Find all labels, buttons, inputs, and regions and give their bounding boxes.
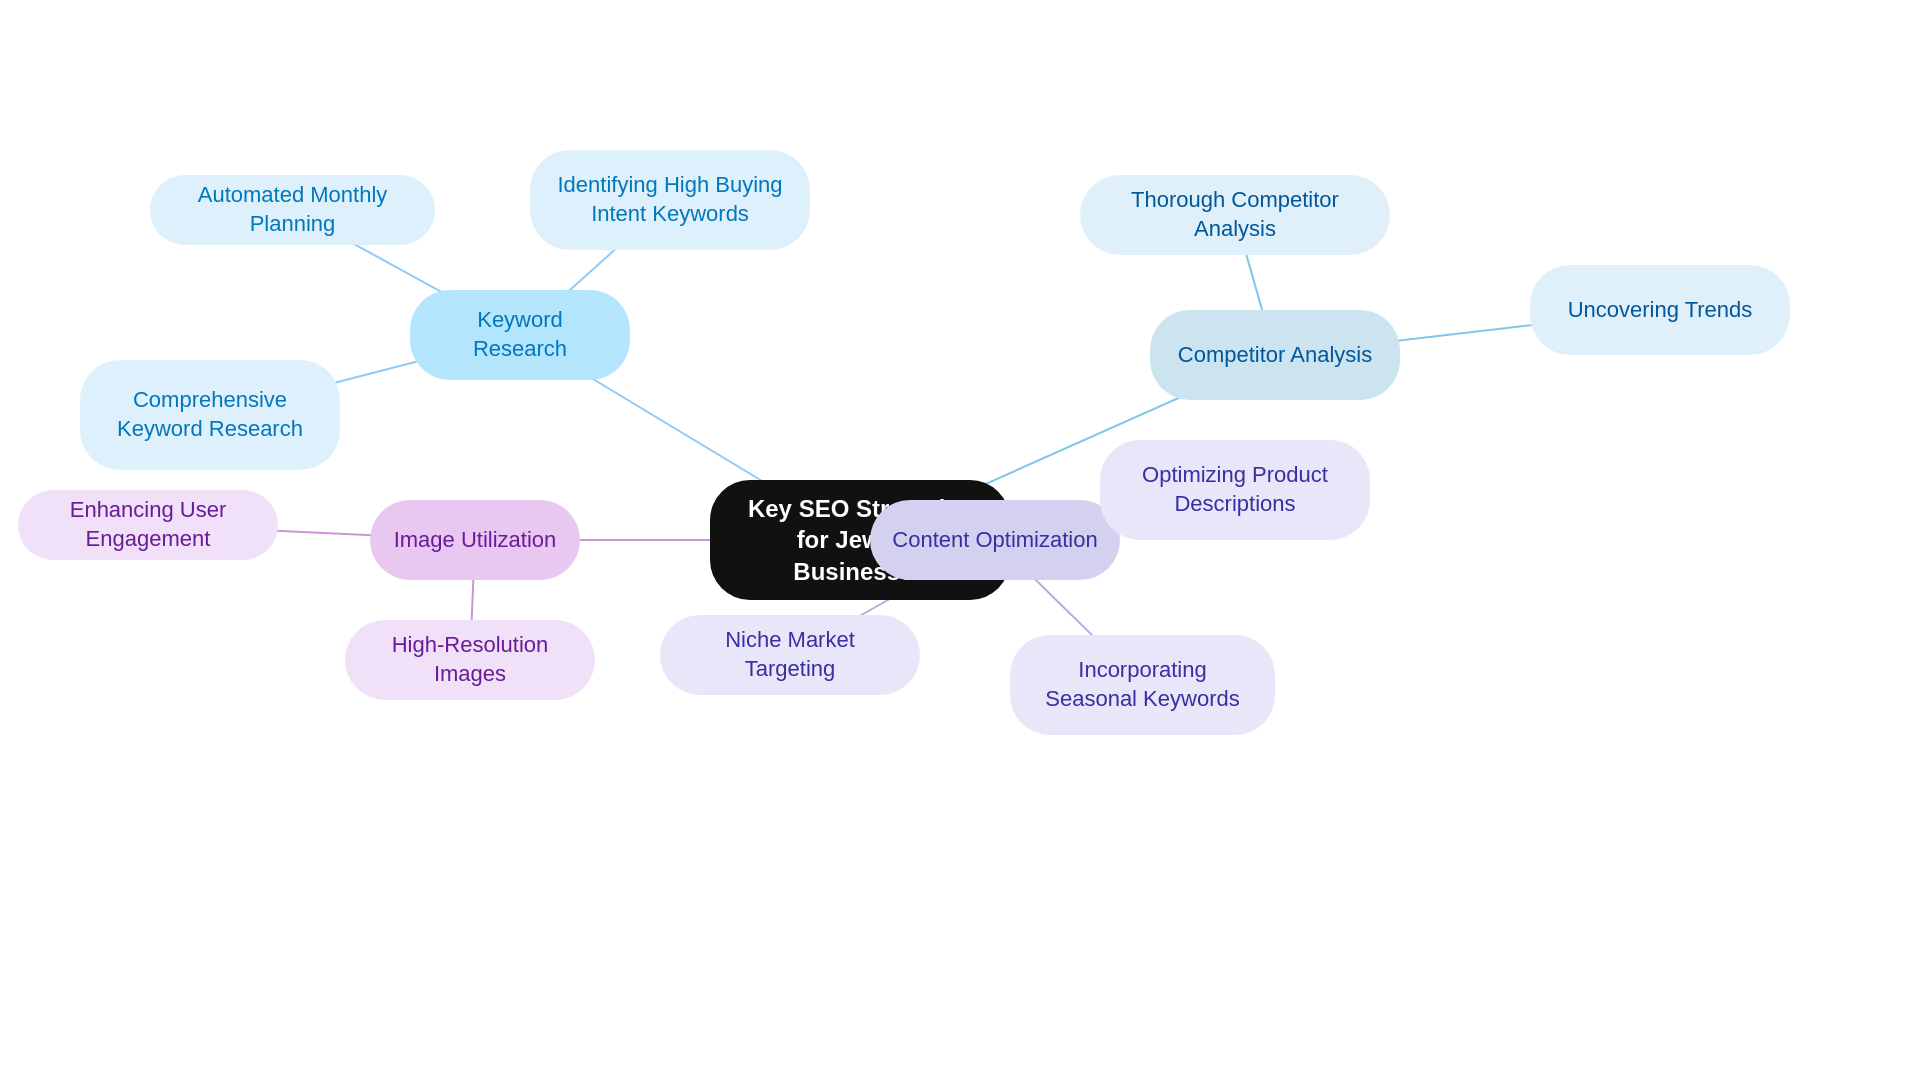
content-opt-label: Content Optimization bbox=[892, 526, 1097, 555]
comprehensive-label: Comprehensive Keyword Research bbox=[102, 386, 318, 443]
content-opt-node: Content Optimization bbox=[870, 500, 1120, 580]
comprehensive-node: Comprehensive Keyword Research bbox=[80, 360, 340, 470]
niche-label: Niche Market Targeting bbox=[682, 626, 898, 683]
seasonal-node: Incorporating Seasonal Keywords bbox=[1010, 635, 1275, 735]
uncovering-label: Uncovering Trends bbox=[1568, 296, 1753, 325]
high-res-label: High-Resolution Images bbox=[367, 631, 573, 688]
seasonal-label: Incorporating Seasonal Keywords bbox=[1032, 656, 1253, 713]
thorough-node: Thorough Competitor Analysis bbox=[1080, 175, 1390, 255]
enhancing-node: Enhancing User Engagement bbox=[18, 490, 278, 560]
optimizing-label: Optimizing Product Descriptions bbox=[1122, 461, 1348, 518]
uncovering-node: Uncovering Trends bbox=[1530, 265, 1790, 355]
image-util-label: Image Utilization bbox=[394, 526, 557, 555]
thorough-label: Thorough Competitor Analysis bbox=[1102, 186, 1368, 243]
identifying-node: Identifying High Buying Intent Keywords bbox=[530, 150, 810, 250]
competitor-analysis-node: Competitor Analysis bbox=[1150, 310, 1400, 400]
keyword-research-label: Keyword Research bbox=[432, 306, 608, 363]
identifying-label: Identifying High Buying Intent Keywords bbox=[552, 171, 788, 228]
keyword-research-node: Keyword Research bbox=[410, 290, 630, 380]
automated-node: Automated Monthly Planning bbox=[150, 175, 435, 245]
enhancing-label: Enhancing User Engagement bbox=[40, 496, 256, 553]
niche-node: Niche Market Targeting bbox=[660, 615, 920, 695]
high-res-node: High-Resolution Images bbox=[345, 620, 595, 700]
automated-label: Automated Monthly Planning bbox=[172, 181, 413, 238]
competitor-analysis-label: Competitor Analysis bbox=[1178, 341, 1372, 370]
optimizing-node: Optimizing Product Descriptions bbox=[1100, 440, 1370, 540]
image-util-node: Image Utilization bbox=[370, 500, 580, 580]
